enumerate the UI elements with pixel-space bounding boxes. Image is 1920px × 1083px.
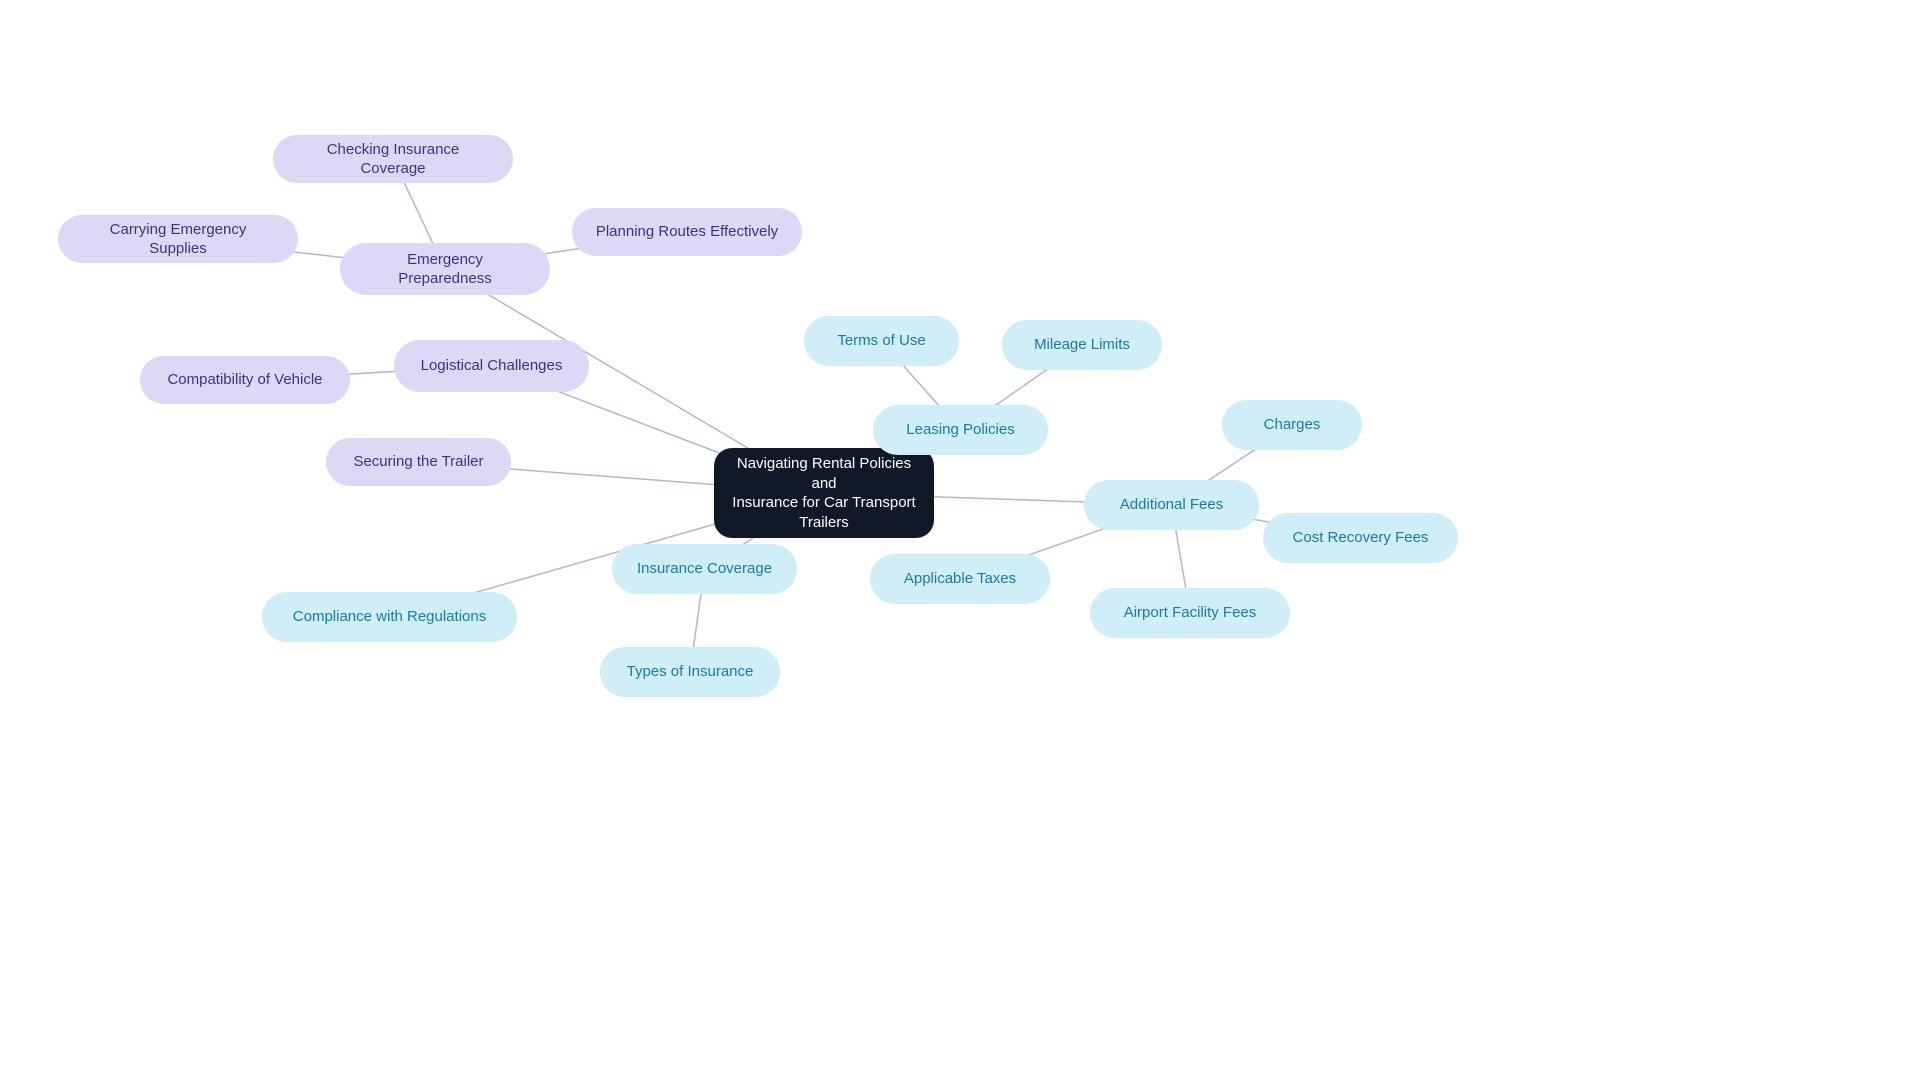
securing-trailer-label: Securing the Trailer: [353, 452, 483, 472]
applicable-taxes-label: Applicable Taxes: [904, 569, 1016, 589]
center-label: Navigating Rental Policies and Insurance…: [732, 454, 916, 532]
logistical-challenges-label: Logistical Challenges: [421, 356, 563, 376]
compatibility-vehicle-label: Compatibility of Vehicle: [167, 370, 322, 390]
logistical-challenges-node: Logistical Challenges: [394, 340, 589, 392]
mileage-limits-node: Mileage Limits: [1002, 320, 1162, 370]
mileage-limits-label: Mileage Limits: [1034, 335, 1130, 355]
compliance-regulations-node: Compliance with Regulations: [262, 592, 517, 642]
carrying-supplies-label: Carrying Emergency Supplies: [80, 220, 276, 259]
terms-of-use-label: Terms of Use: [837, 331, 925, 351]
emergency-preparedness-node: Emergency Preparedness: [340, 243, 550, 295]
airport-facility-fees-label: Airport Facility Fees: [1124, 603, 1257, 623]
center-node: Navigating Rental Policies and Insurance…: [714, 448, 934, 538]
planning-routes-label: Planning Routes Effectively: [596, 222, 778, 242]
carrying-supplies-node: Carrying Emergency Supplies: [58, 215, 298, 263]
insurance-coverage-label: Insurance Coverage: [637, 559, 772, 579]
emergency-prep-label: Emergency Preparedness: [362, 250, 528, 289]
securing-trailer-node: Securing the Trailer: [326, 438, 511, 486]
checking-insurance-node: Checking Insurance Coverage: [273, 135, 513, 183]
planning-routes-node: Planning Routes Effectively: [572, 208, 802, 256]
checking-insurance-label: Checking Insurance Coverage: [295, 140, 491, 179]
types-of-insurance-node: Types of Insurance: [600, 647, 780, 697]
applicable-taxes-node: Applicable Taxes: [870, 554, 1050, 604]
additional-fees-label: Additional Fees: [1120, 495, 1223, 515]
leasing-policies-label: Leasing Policies: [906, 420, 1014, 440]
leasing-policies-node: Leasing Policies: [873, 405, 1048, 455]
additional-fees-node: Additional Fees: [1084, 480, 1259, 530]
compatibility-vehicle-node: Compatibility of Vehicle: [140, 356, 350, 404]
types-of-insurance-label: Types of Insurance: [627, 662, 754, 682]
airport-facility-fees-node: Airport Facility Fees: [1090, 588, 1290, 638]
charges-node: Charges: [1222, 400, 1362, 450]
charges-label: Charges: [1264, 415, 1321, 435]
terms-of-use-node: Terms of Use: [804, 316, 959, 366]
cost-recovery-fees-label: Cost Recovery Fees: [1293, 528, 1429, 548]
insurance-coverage-node: Insurance Coverage: [612, 544, 797, 594]
compliance-regulations-label: Compliance with Regulations: [293, 607, 486, 627]
cost-recovery-fees-node: Cost Recovery Fees: [1263, 513, 1458, 563]
